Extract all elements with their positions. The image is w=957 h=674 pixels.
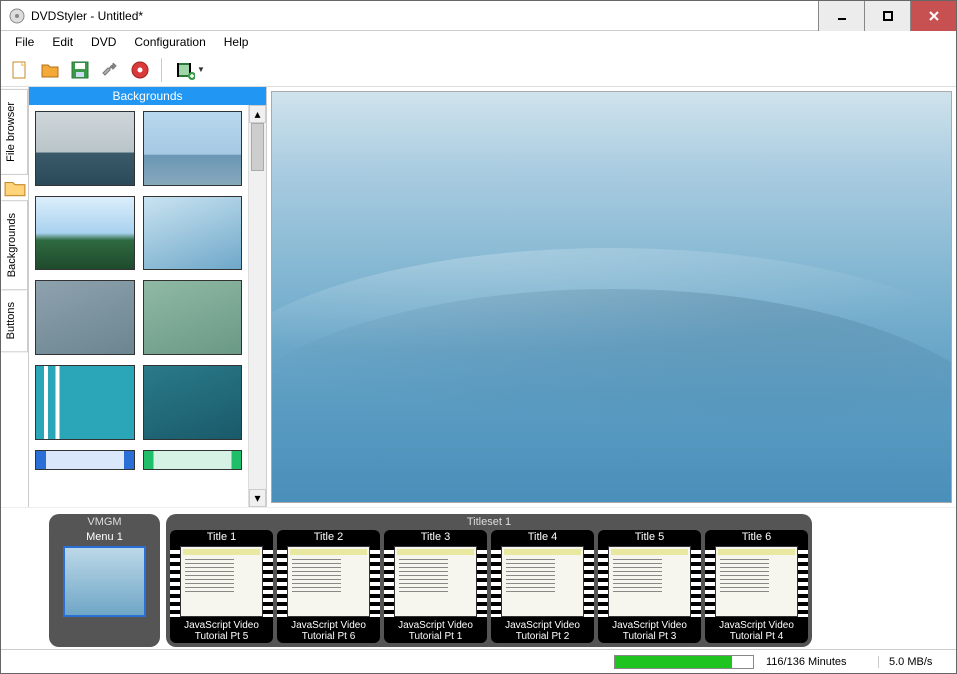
toolbar: ▼ bbox=[1, 53, 956, 87]
add-clip-button[interactable]: ▼ bbox=[170, 57, 210, 83]
save-button[interactable] bbox=[67, 57, 93, 83]
timeline-item-caption: JavaScript Video Tutorial Pt 4 bbox=[705, 619, 808, 643]
group-label: Titleset 1 bbox=[170, 516, 808, 530]
timeline-title-item[interactable]: Title 2 JavaScript Video Tutorial Pt 6 bbox=[277, 530, 380, 643]
background-thumb[interactable] bbox=[35, 111, 135, 186]
dropdown-arrow-icon: ▼ bbox=[197, 65, 205, 74]
background-thumb[interactable] bbox=[143, 196, 243, 271]
timeline-title-item[interactable]: Title 1 JavaScript Video Tutorial Pt 5 bbox=[170, 530, 273, 643]
menu-edit[interactable]: Edit bbox=[44, 33, 81, 51]
menu-preview[interactable] bbox=[271, 91, 952, 503]
burn-button[interactable] bbox=[127, 57, 153, 83]
minimize-button[interactable] bbox=[818, 1, 864, 31]
background-thumb[interactable] bbox=[143, 365, 243, 440]
main-area: File browser Backgrounds Buttons Backgro… bbox=[1, 87, 956, 507]
timeline-item-head: Title 5 bbox=[598, 530, 701, 544]
disc-usage-label: 116/136 Minutes bbox=[766, 656, 866, 668]
timeline-group-titleset: Titleset 1 Title 1 JavaScript Video Tuto… bbox=[166, 514, 812, 647]
background-thumb[interactable] bbox=[143, 450, 243, 470]
tab-backgrounds[interactable]: Backgrounds bbox=[1, 200, 28, 290]
timeline-item-head: Title 3 bbox=[384, 530, 487, 544]
timeline: VMGM Menu 1 Titleset 1 Title 1 JavaScrip… bbox=[1, 507, 956, 649]
timeline-item-caption: JavaScript Video Tutorial Pt 3 bbox=[598, 619, 701, 643]
scroll-handle[interactable] bbox=[251, 123, 264, 171]
backgrounds-panel: Backgrounds ▴ ▾ bbox=[29, 87, 267, 507]
wrench-icon bbox=[100, 60, 120, 80]
timeline-item-head: Title 2 bbox=[277, 530, 380, 544]
background-thumb[interactable] bbox=[35, 196, 135, 271]
folder-icon bbox=[4, 179, 26, 197]
timeline-item-head: Title 1 bbox=[170, 530, 273, 544]
maximize-button[interactable] bbox=[864, 1, 910, 31]
timeline-item-caption: JavaScript Video Tutorial Pt 2 bbox=[491, 619, 594, 643]
timeline-title-item[interactable]: Title 4 JavaScript Video Tutorial Pt 2 bbox=[491, 530, 594, 643]
menu-dvd[interactable]: DVD bbox=[83, 33, 124, 51]
timeline-group-vmgm: VMGM Menu 1 bbox=[49, 514, 160, 647]
menu-configuration[interactable]: Configuration bbox=[126, 33, 213, 51]
timeline-title-item[interactable]: Title 5 JavaScript Video Tutorial Pt 3 bbox=[598, 530, 701, 643]
timeline-item-caption: JavaScript Video Tutorial Pt 1 bbox=[384, 619, 487, 643]
folder-open-icon bbox=[40, 60, 60, 80]
timeline-item-caption bbox=[53, 619, 156, 643]
new-file-icon bbox=[10, 60, 30, 80]
scroll-track[interactable] bbox=[249, 123, 266, 489]
window-title: DVDStyler - Untitled* bbox=[31, 9, 818, 23]
tab-file-browser[interactable]: File browser bbox=[1, 89, 28, 175]
group-label: VMGM bbox=[53, 516, 156, 530]
statusbar: 116/136 Minutes 5.0 MB/s bbox=[1, 649, 956, 673]
new-button[interactable] bbox=[7, 57, 33, 83]
timeline-item-head: Title 6 bbox=[705, 530, 808, 544]
background-thumb[interactable] bbox=[35, 365, 135, 440]
app-icon bbox=[9, 8, 25, 24]
bitrate-label: 5.0 MB/s bbox=[878, 656, 948, 668]
close-button[interactable] bbox=[910, 1, 956, 31]
backgrounds-scrollbar[interactable]: ▴ ▾ bbox=[248, 105, 266, 507]
disc-usage-progress bbox=[614, 655, 754, 669]
menu-help[interactable]: Help bbox=[216, 33, 257, 51]
side-tabs: File browser Backgrounds Buttons bbox=[1, 87, 29, 507]
background-thumb[interactable] bbox=[143, 280, 243, 355]
background-thumb[interactable] bbox=[143, 111, 243, 186]
timeline-title-item[interactable]: Title 3 JavaScript Video Tutorial Pt 1 bbox=[384, 530, 487, 643]
background-thumb[interactable] bbox=[35, 280, 135, 355]
titlebar: DVDStyler - Untitled* bbox=[1, 1, 956, 31]
toolbar-separator bbox=[161, 58, 162, 82]
filmstrip-add-icon bbox=[175, 60, 195, 80]
timeline-item-caption: JavaScript Video Tutorial Pt 6 bbox=[277, 619, 380, 643]
backgrounds-panel-header: Backgrounds bbox=[29, 87, 266, 105]
menu-file[interactable]: File bbox=[7, 33, 42, 51]
backgrounds-grid bbox=[29, 105, 248, 507]
timeline-menu-item[interactable]: Menu 1 bbox=[53, 530, 156, 643]
save-icon bbox=[70, 60, 90, 80]
preview-pane bbox=[267, 87, 956, 507]
background-thumb[interactable] bbox=[35, 450, 135, 470]
timeline-item-head: Menu 1 bbox=[53, 530, 156, 544]
settings-button[interactable] bbox=[97, 57, 123, 83]
scroll-up-button[interactable]: ▴ bbox=[249, 105, 266, 123]
tab-buttons[interactable]: Buttons bbox=[1, 289, 28, 352]
scroll-down-button[interactable]: ▾ bbox=[249, 489, 266, 507]
open-button[interactable] bbox=[37, 57, 63, 83]
disc-burn-icon bbox=[130, 60, 150, 80]
menubar: File Edit DVD Configuration Help bbox=[1, 31, 956, 53]
timeline-title-item[interactable]: Title 6 JavaScript Video Tutorial Pt 4 bbox=[705, 530, 808, 643]
timeline-item-head: Title 4 bbox=[491, 530, 594, 544]
timeline-item-caption: JavaScript Video Tutorial Pt 5 bbox=[170, 619, 273, 643]
